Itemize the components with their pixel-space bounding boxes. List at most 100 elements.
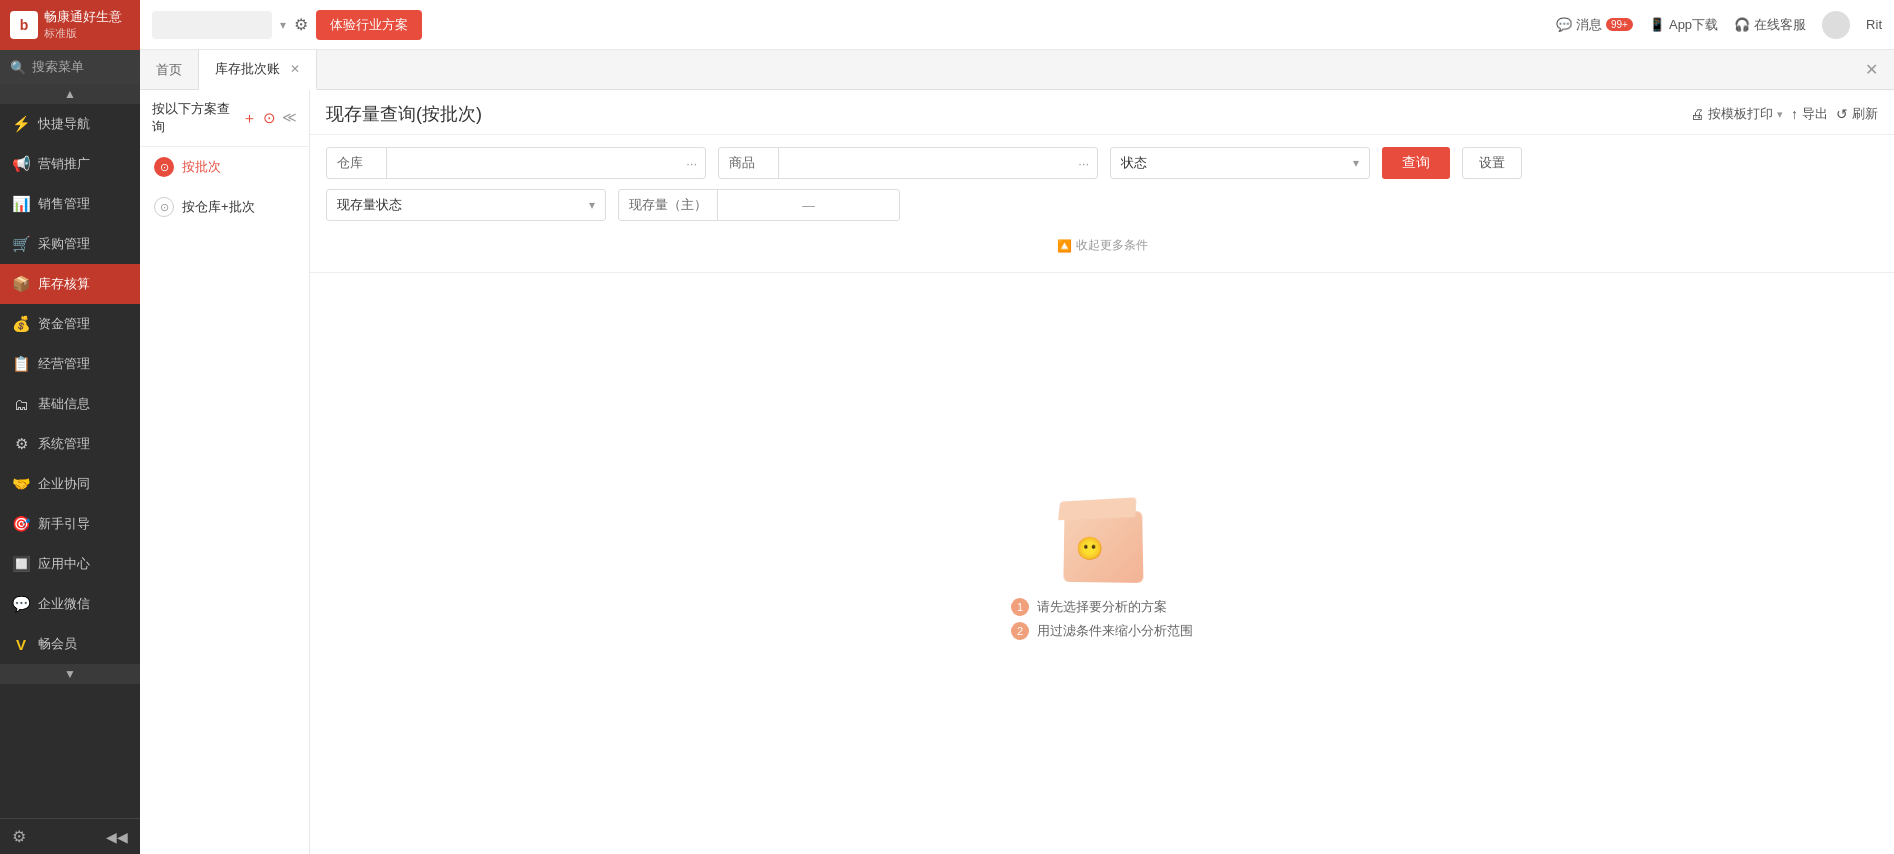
topbar-gear-icon[interactable]: ⚙ bbox=[294, 15, 308, 34]
sidebar-item-operation[interactable]: 📋 经营管理 bbox=[0, 344, 140, 384]
service-icon: 🎧 bbox=[1734, 17, 1750, 32]
sidebar-scroll-down[interactable]: ▼ bbox=[0, 664, 140, 684]
print-dropdown-icon[interactable]: ▾ bbox=[1777, 108, 1783, 121]
qty-separator: — bbox=[798, 198, 819, 213]
exp-industry-button[interactable]: 体验行业方案 bbox=[316, 10, 422, 40]
filter-warehouse-batch-icon: ⊙ bbox=[154, 197, 174, 217]
search-icon: 🔍 bbox=[10, 60, 26, 75]
product-dots[interactable]: ··· bbox=[1070, 156, 1097, 171]
tab-home[interactable]: 首页 bbox=[140, 50, 199, 90]
sidebar-item-apps[interactable]: 🔲 应用中心 bbox=[0, 544, 140, 584]
filter-item-by-batch[interactable]: ⊙ 按批次 bbox=[140, 147, 309, 187]
sidebar-item-finance[interactable]: 💰 资金管理 bbox=[0, 304, 140, 344]
print-label: 按模板打印 bbox=[1708, 105, 1773, 123]
message-badge: 99+ bbox=[1606, 18, 1633, 31]
filter-settings-icon[interactable]: ⊙ bbox=[263, 109, 276, 128]
query-button[interactable]: 查询 bbox=[1382, 147, 1450, 179]
tip-num-1: 1 bbox=[1011, 598, 1029, 616]
app-icon: 📱 bbox=[1649, 17, 1665, 32]
weixin-icon: 💬 bbox=[12, 595, 30, 613]
empty-tip-1: 1 请先选择要分析的方案 bbox=[1011, 598, 1193, 616]
sidebar-item-purchase[interactable]: 🛒 采购管理 bbox=[0, 224, 140, 264]
sidebar-item-label: 营销推广 bbox=[38, 155, 90, 173]
filter-sidebar-header: 按以下方案查询 ＋ ⊙ ≪ bbox=[140, 90, 309, 147]
status-filter[interactable]: 状态 ▾ bbox=[1110, 147, 1370, 179]
print-icon: 🖨 bbox=[1690, 106, 1704, 122]
filter-sidebar: 按以下方案查询 ＋ ⊙ ≪ ⊙ 按批次 ⊙ 按仓库+批次 bbox=[140, 90, 310, 854]
sidebar-item-label: 新手引导 bbox=[38, 515, 90, 533]
tab-inventory-batch[interactable]: 库存批次账 ✕ bbox=[199, 50, 317, 90]
marketing-icon: 📢 bbox=[12, 155, 30, 173]
warehouse-dots[interactable]: ··· bbox=[678, 156, 705, 171]
sidebar-item-shortcut[interactable]: ⚡ 快捷导航 bbox=[0, 104, 140, 144]
sidebar-item-system[interactable]: ⚙ 系统管理 bbox=[0, 424, 140, 464]
product-filter[interactable]: 商品 ··· bbox=[718, 147, 1098, 179]
topbar-app-download[interactable]: 📱 App下载 bbox=[1649, 16, 1718, 34]
sidebar-item-member[interactable]: V 畅会员 bbox=[0, 624, 140, 664]
status-label: 状态 bbox=[1121, 154, 1345, 172]
print-button[interactable]: 🖨 按模板打印 ▾ bbox=[1690, 105, 1783, 123]
app-download-label: App下载 bbox=[1669, 16, 1718, 34]
warehouse-filter[interactable]: 仓库 ··· bbox=[326, 147, 706, 179]
empty-tip-2: 2 用过滤条件来缩小分析范围 bbox=[1011, 622, 1193, 640]
refresh-icon: ↺ bbox=[1836, 106, 1848, 122]
sidebar-item-collab[interactable]: 🤝 企业协同 bbox=[0, 464, 140, 504]
sidebar-item-label: 应用中心 bbox=[38, 555, 90, 573]
sidebar-search[interactable]: 🔍 搜索菜单 bbox=[0, 50, 140, 84]
sidebar-item-sales[interactable]: 📊 销售管理 bbox=[0, 184, 140, 224]
filter-collapse-icon[interactable]: ≪ bbox=[282, 109, 297, 128]
inventory-qty-filter[interactable]: 现存量（主） — bbox=[618, 189, 900, 221]
page-actions: 🖨 按模板打印 ▾ ↑ 导出 ↺ 刷新 bbox=[1690, 105, 1878, 123]
topbar-nav-input[interactable] bbox=[152, 11, 272, 39]
page-title: 现存量查询(按批次) bbox=[326, 102, 482, 126]
sidebar-item-label: 企业协同 bbox=[38, 475, 90, 493]
panel-close-icon[interactable]: ✕ bbox=[1849, 60, 1894, 79]
sidebar-item-marketing[interactable]: 📢 营销推广 bbox=[0, 144, 140, 184]
filter-row-1: 仓库 ··· 商品 ··· 状态 ▾ 查询 设置 bbox=[326, 147, 1878, 179]
settings-button[interactable]: 设置 bbox=[1462, 147, 1522, 179]
page-content: 按以下方案查询 ＋ ⊙ ≪ ⊙ 按批次 ⊙ 按仓库+批次 现存量查询(按批次) bbox=[140, 90, 1894, 854]
empty-face-graphic: 😶 bbox=[1076, 536, 1103, 562]
export-icon: ↑ bbox=[1791, 106, 1798, 122]
topbar-message[interactable]: 💬 消息 99+ bbox=[1556, 16, 1633, 34]
topbar: ▾ ⚙ 体验行业方案 💬 消息 99+ 📱 App下载 🎧 在线客服 Rit bbox=[140, 0, 1894, 50]
tab-home-label: 首页 bbox=[156, 61, 182, 79]
settings-icon[interactable]: ⚙ bbox=[12, 827, 26, 846]
collapse-filters[interactable]: 🔼 收起更多条件 bbox=[326, 231, 1878, 260]
empty-tips: 1 请先选择要分析的方案 2 用过滤条件来缩小分析范围 bbox=[1011, 598, 1193, 646]
product-label: 商品 bbox=[719, 148, 779, 178]
product-input[interactable] bbox=[779, 156, 1070, 171]
filter-item-warehouse-batch-label: 按仓库+批次 bbox=[182, 198, 255, 216]
message-label: 消息 bbox=[1576, 16, 1602, 34]
inventory-qty-to[interactable] bbox=[819, 198, 899, 213]
filter-area: 仓库 ··· 商品 ··· 状态 ▾ 查询 设置 bbox=[310, 135, 1894, 273]
sidebar-item-label: 系统管理 bbox=[38, 435, 90, 453]
inventory-status-arrow-icon: ▾ bbox=[589, 198, 595, 212]
sidebar-nav: ▲ ⚡ 快捷导航 📢 营销推广 📊 销售管理 🛒 采购管理 📦 库存核算 💰 资… bbox=[0, 84, 140, 818]
export-button[interactable]: ↑ 导出 bbox=[1791, 105, 1828, 123]
topbar-online-service[interactable]: 🎧 在线客服 bbox=[1734, 16, 1806, 34]
inventory-status-filter[interactable]: 现存量状态 ▾ bbox=[326, 189, 606, 221]
topbar-avatar[interactable] bbox=[1822, 11, 1850, 39]
filter-add-icon[interactable]: ＋ bbox=[242, 109, 257, 128]
warehouse-input[interactable] bbox=[387, 156, 678, 171]
sidebar-item-inventory[interactable]: 📦 库存核算 bbox=[0, 264, 140, 304]
purchase-icon: 🛒 bbox=[12, 235, 30, 253]
sidebar-item-newbie[interactable]: 🎯 新手引导 bbox=[0, 504, 140, 544]
inventory-qty-from[interactable] bbox=[718, 198, 798, 213]
filter-header-actions: ＋ ⊙ ≪ bbox=[242, 109, 297, 128]
sidebar-item-label: 采购管理 bbox=[38, 235, 90, 253]
refresh-button[interactable]: ↺ 刷新 bbox=[1836, 105, 1878, 123]
sidebar-item-weixin[interactable]: 💬 企业微信 bbox=[0, 584, 140, 624]
sidebar-scroll-up[interactable]: ▲ bbox=[0, 84, 140, 104]
sidebar-item-label: 基础信息 bbox=[38, 395, 90, 413]
sidebar: b 畅康通好生意 标准版 🔍 搜索菜单 ▲ ⚡ 快捷导航 📢 营销推广 📊 销售… bbox=[0, 0, 140, 854]
sidebar-item-basic[interactable]: 🗂 基础信息 bbox=[0, 384, 140, 424]
topbar-chevron-icon[interactable]: ▾ bbox=[280, 18, 286, 32]
tab-close-icon[interactable]: ✕ bbox=[290, 62, 300, 76]
shortcut-icon: ⚡ bbox=[12, 115, 30, 133]
sidebar-item-label: 快捷导航 bbox=[38, 115, 90, 133]
collapse-sidebar-icon[interactable]: ◀◀ bbox=[106, 829, 128, 845]
filter-item-by-warehouse-batch[interactable]: ⊙ 按仓库+批次 bbox=[140, 187, 309, 227]
sidebar-item-label: 企业微信 bbox=[38, 595, 90, 613]
